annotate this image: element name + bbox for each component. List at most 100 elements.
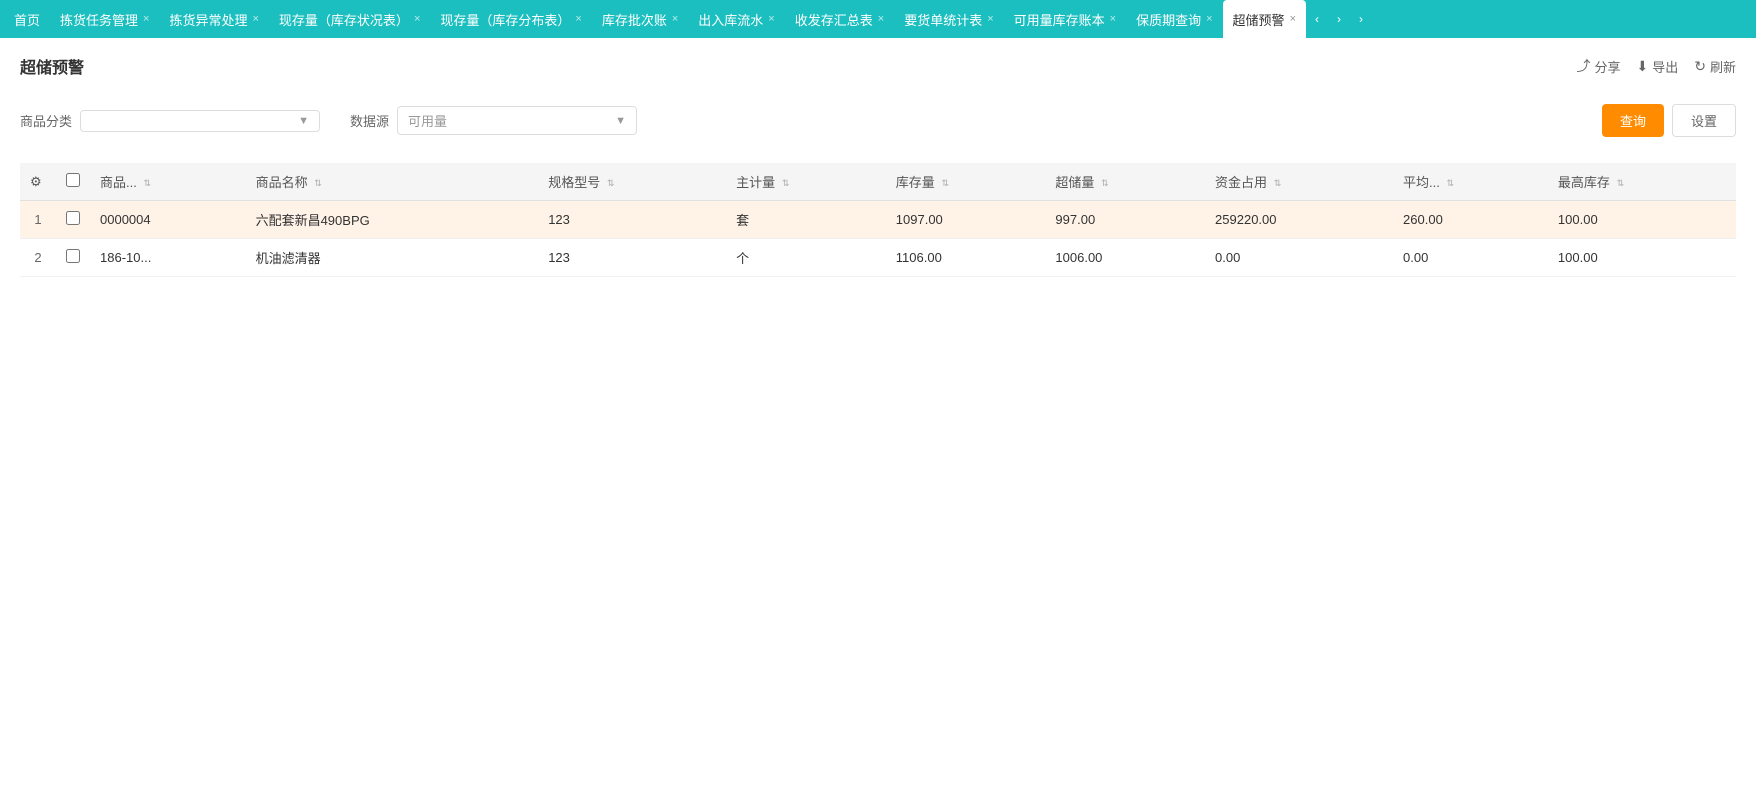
col-overstock-label: 超储量 — [1055, 175, 1094, 190]
col-capital[interactable]: 资金占用 ⇅ — [1205, 163, 1393, 201]
sort-icon: ⇅ — [1101, 179, 1109, 188]
gear-column-header[interactable]: ⚙ — [20, 163, 56, 201]
nav-label: 现存量（库存分布表） — [440, 10, 570, 29]
close-icon[interactable]: × — [878, 13, 884, 25]
category-label: 商品分类 — [20, 111, 72, 130]
col-overstock[interactable]: 超储量 ⇅ — [1045, 163, 1205, 201]
close-icon[interactable]: × — [414, 13, 420, 25]
nav-label: 现存量（库存状况表） — [279, 10, 409, 29]
col-unit[interactable]: 主计量 ⇅ — [726, 163, 886, 201]
sort-icon: ⇅ — [1274, 179, 1282, 188]
close-icon[interactable]: × — [143, 13, 149, 25]
close-icon[interactable]: × — [1110, 13, 1116, 25]
close-icon[interactable]: × — [1206, 13, 1212, 25]
nav-label: 拣货任务管理 — [60, 10, 138, 29]
page-content: 超储预警 ⤴ 分享 ⬇ 导出 ↻ 刷新 商品分类 ▼ 数据源 — [0, 38, 1756, 800]
checkbox-column-header[interactable] — [56, 163, 90, 201]
nav-next-arrow[interactable]: › — [1328, 0, 1350, 38]
close-icon[interactable]: × — [672, 13, 678, 25]
sort-icon: ⇅ — [143, 179, 151, 188]
nav-label: 出入库流水 — [698, 10, 763, 29]
nav-prev-arrow[interactable]: ‹ — [1306, 0, 1328, 38]
nav-item-3[interactable]: 现存量（库存状况表） × — [269, 0, 430, 38]
nav-item-6[interactable]: 出入库流水 × — [688, 0, 784, 38]
gear-icon: ⚙ — [30, 174, 42, 189]
cell-unit: 个 — [726, 239, 886, 277]
nav-item-8[interactable]: 要货单统计表 × — [894, 0, 1003, 38]
close-icon[interactable]: × — [987, 13, 993, 25]
share-button[interactable]: ⤴ 分享 — [1576, 56, 1620, 76]
cell-capital: 259220.00 — [1205, 201, 1393, 239]
col-unit-label: 主计量 — [736, 175, 775, 190]
nav-label: 首页 — [14, 10, 40, 29]
chevron-down-icon: ▼ — [298, 115, 309, 127]
sort-icon: ⇅ — [1617, 179, 1625, 188]
select-all-checkbox[interactable] — [66, 173, 80, 187]
nav-item-1[interactable]: 拣货任务管理 × — [50, 0, 159, 38]
cell-spec: 123 — [538, 239, 726, 277]
close-icon[interactable]: × — [1290, 13, 1296, 25]
sort-icon: ⇅ — [941, 179, 949, 188]
cell-avg: 260.00 — [1393, 201, 1548, 239]
refresh-button[interactable]: ↻ 刷新 — [1694, 57, 1736, 76]
col-stock-label: 库存量 — [896, 175, 935, 190]
nav-item-2[interactable]: 拣货异常处理 × — [159, 0, 268, 38]
cell-goods-code: 186-10... — [90, 239, 246, 277]
nav-bar: 首页 拣货任务管理 × 拣货异常处理 × 现存量（库存状况表） × 现存量（库存… — [0, 0, 1756, 38]
cell-goods-code: 0000004 — [90, 201, 246, 239]
nav-item-home[interactable]: 首页 — [4, 0, 50, 38]
nav-item-5[interactable]: 库存批次账 × — [592, 0, 688, 38]
refresh-label: 刷新 — [1710, 57, 1736, 76]
sort-icon: ⇅ — [1447, 179, 1455, 188]
nav-item-4[interactable]: 现存量（库存分布表） × — [430, 0, 591, 38]
row-checkbox[interactable] — [66, 211, 80, 225]
row-checkbox[interactable] — [66, 249, 80, 263]
export-button[interactable]: ⬇ 导出 — [1637, 57, 1679, 76]
cell-avg: 0.00 — [1393, 239, 1548, 277]
col-goods-name[interactable]: 商品名称 ⇅ — [246, 163, 539, 201]
table-row: 1 0000004 六配套新昌490BPG 123 套 1097.00 997.… — [20, 201, 1736, 239]
cell-overstock: 1006.00 — [1045, 239, 1205, 277]
nav-label: 拣货异常处理 — [169, 10, 247, 29]
col-spec-label: 规格型号 — [548, 175, 600, 190]
settings-button[interactable]: 设置 — [1672, 104, 1736, 137]
cell-capital: 0.00 — [1205, 239, 1393, 277]
close-icon[interactable]: × — [252, 13, 258, 25]
nav-more-arrow[interactable]: › — [1350, 0, 1372, 38]
row-num: 1 — [20, 201, 56, 239]
col-capital-label: 资金占用 — [1215, 175, 1267, 190]
row-checkbox-cell[interactable] — [56, 239, 90, 277]
row-checkbox-cell[interactable] — [56, 201, 90, 239]
col-goods-code[interactable]: 商品... ⇅ — [90, 163, 246, 201]
export-icon: ⬇ — [1637, 58, 1649, 75]
row-num: 2 — [20, 239, 56, 277]
table-row: 2 186-10... 机油滤清器 123 个 1106.00 1006.00 … — [20, 239, 1736, 277]
category-select[interactable]: ▼ — [80, 110, 320, 132]
cell-stock: 1097.00 — [886, 201, 1046, 239]
datasource-label: 数据源 — [350, 111, 389, 130]
col-spec[interactable]: 规格型号 ⇅ — [538, 163, 726, 201]
col-goods-name-label: 商品名称 — [256, 175, 308, 190]
nav-label: 保质期查询 — [1136, 10, 1201, 29]
cell-overstock: 997.00 — [1045, 201, 1205, 239]
nav-item-7[interactable]: 收发存汇总表 × — [785, 0, 894, 38]
share-label: 分享 — [1594, 57, 1620, 76]
category-filter: 商品分类 ▼ — [20, 110, 320, 132]
filter-row: 商品分类 ▼ 数据源 可用量 ▼ 查询 设置 — [20, 94, 1736, 147]
nav-item-active[interactable]: 超储预警 × — [1223, 0, 1306, 38]
share-icon: ⤴ — [1576, 56, 1590, 76]
datasource-select[interactable]: 可用量 ▼ — [397, 106, 637, 135]
col-max-stock[interactable]: 最高库存 ⇅ — [1548, 163, 1736, 201]
col-stock[interactable]: 库存量 ⇅ — [886, 163, 1046, 201]
chevron-down-icon: ▼ — [615, 115, 626, 127]
cell-max-stock: 100.00 — [1548, 201, 1736, 239]
query-button[interactable]: 查询 — [1602, 104, 1664, 137]
nav-item-9[interactable]: 可用量库存账本 × — [1004, 0, 1126, 38]
sort-icon: ⇅ — [782, 179, 790, 188]
close-icon[interactable]: × — [575, 13, 581, 25]
nav-item-10[interactable]: 保质期查询 × — [1126, 0, 1222, 38]
col-avg[interactable]: 平均... ⇅ — [1393, 163, 1548, 201]
datasource-select-text: 可用量 — [408, 111, 447, 130]
cell-goods-name: 机油滤清器 — [246, 239, 539, 277]
close-icon[interactable]: × — [768, 13, 774, 25]
